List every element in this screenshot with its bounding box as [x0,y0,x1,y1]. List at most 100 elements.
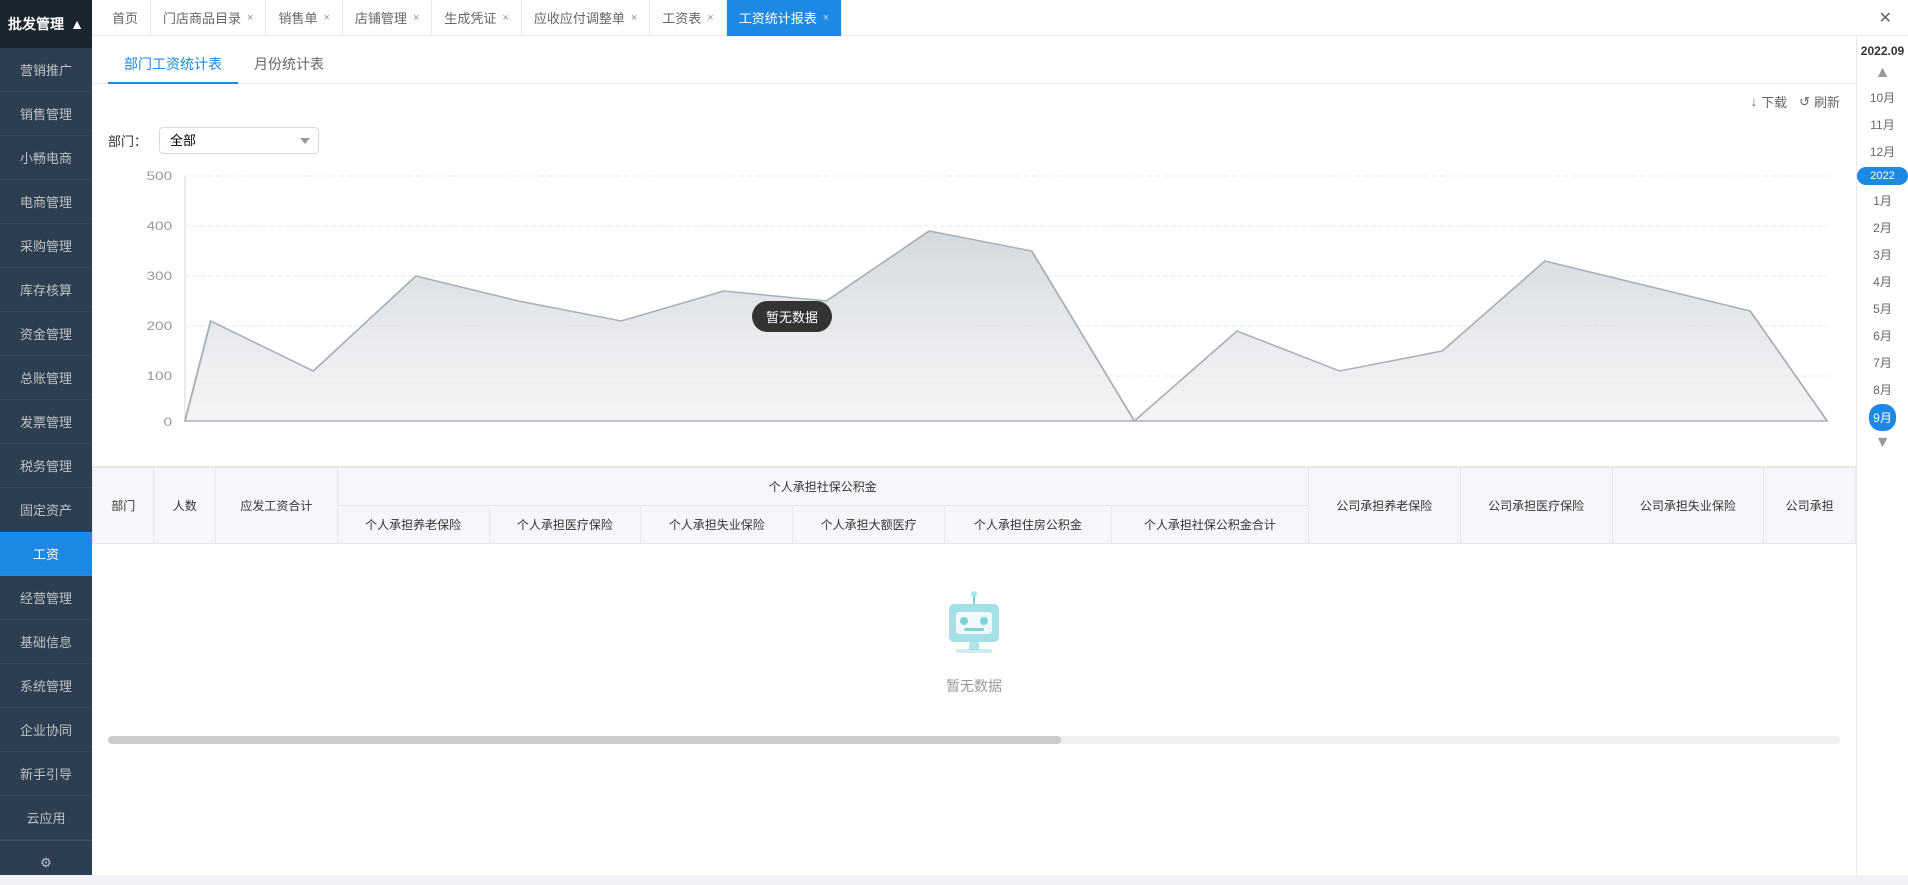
time-item-1月[interactable]: 1月 [1857,187,1908,214]
filter-label: 部门： [108,131,147,150]
data-table: 部门 人数 应发工资合计 个人承担社保公积金 公司承担养老保险 公司承担医疗保险… [92,467,1856,544]
tab-close-销售单[interactable]: × [323,12,329,24]
refresh-button[interactable]: ↺ 刷新 [1799,92,1840,111]
tab-门店商品目录[interactable]: 门店商品目录× [151,0,266,36]
svg-text:200: 200 [146,320,172,333]
time-item-4月[interactable]: 4月 [1857,268,1908,295]
tab-close-店铺管理[interactable]: × [413,12,419,24]
toolbar: ↓ 下载 ↺ 刷新 [92,84,1856,119]
time-panel: 2022.09 ▲ 10月11月12月 2022 1月2月3月4月5月6月7月8月9… [1856,36,1908,875]
time-item-7月[interactable]: 7月 [1857,349,1908,376]
sidebar-toggle-icon: ▲ [70,16,84,32]
close-all-tabs[interactable]: ✕ [1871,8,1900,28]
th-personal-housing: 个人承担住房公积金 [944,506,1111,544]
sub-tab-items: 部门工资统计表月份统计表 [108,46,340,83]
time-item-5月[interactable]: 5月 [1857,295,1908,322]
th-personal-old: 个人承担养老保险 [337,506,489,544]
time-item-8月[interactable]: 8月 [1857,376,1908,403]
th-company-old: 公司承担养老保险 [1308,468,1460,544]
tab-close-工资统计报表[interactable]: × [823,12,829,24]
svg-text:300: 300 [146,270,172,283]
sidebar-item-库存核算[interactable]: 库存核算 [0,268,92,312]
download-label: 下载 [1761,92,1787,111]
table-wrapper: 部门 人数 应发工资合计 个人承担社保公积金 公司承担养老保险 公司承担医疗保险… [92,466,1856,752]
sidebar-settings[interactable]: ⚙ [0,840,92,885]
download-button[interactable]: ↓ 下载 [1751,92,1788,111]
tab-店铺管理[interactable]: 店铺管理× [343,0,432,36]
sub-tab-月份统计表[interactable]: 月份统计表 [238,46,340,84]
salary-chart: 500 400 300 200 100 0 [108,166,1840,456]
sidebar-item-系统管理[interactable]: 系统管理 [0,664,92,708]
empty-icon [934,584,1014,664]
sidebar-item-企业协同[interactable]: 企业协同 [0,708,92,752]
th-personal-group: 个人承担社保公积金 [337,468,1308,506]
sidebar-item-税务管理[interactable]: 税务管理 [0,444,92,488]
page-body: 部门工资统计表月份统计表 ↓ 下载 ↺ 刷新 部门： 全部 [92,36,1856,875]
sidebar-title: 批发管理 [8,14,64,34]
svg-text:100: 100 [146,370,172,383]
sub-tab-部门工资统计表[interactable]: 部门工资统计表 [108,46,238,84]
time-item-2月[interactable]: 2月 [1857,214,1908,241]
tab-close-门店商品目录[interactable]: × [247,12,253,24]
sidebar-header[interactable]: 批发管理 ▲ [0,0,92,48]
settings-icon: ⚙ [40,855,52,870]
sidebar-item-云应用[interactable]: 云应用 [0,796,92,840]
filter-row: 部门： 全部 [92,119,1856,166]
content-area: 部门工资统计表月份统计表 ↓ 下载 ↺ 刷新 部门： 全部 [92,36,1908,875]
time-nav-down[interactable]: ▼ [1873,432,1893,454]
th-personal-medical: 个人承担医疗保险 [489,506,641,544]
th-total-wage: 应发工资合计 [215,468,337,544]
sub-tab-bar: 部门工资统计表月份统计表 [92,36,1856,84]
sidebar-item-经营管理[interactable]: 经营管理 [0,576,92,620]
sidebar-item-基础信息[interactable]: 基础信息 [0,620,92,664]
tab-销售单[interactable]: 销售单× [266,0,342,36]
sidebar-item-小畅电商[interactable]: 小畅电商 [0,136,92,180]
th-department: 部门 [93,468,154,544]
tab-生成凭证[interactable]: 生成凭证× [432,0,521,36]
svg-text:0: 0 [164,416,173,429]
horizontal-scrollbar[interactable] [108,736,1840,744]
scrollbar-thumb [108,736,1061,744]
svg-text:400: 400 [146,220,172,233]
time-item-11月[interactable]: 11月 [1857,111,1908,138]
time-year-badge: 2022 [1857,167,1908,185]
time-panel-header: 2022.09 [1861,44,1904,58]
time-item-6月[interactable]: 6月 [1857,322,1908,349]
sidebar-item-电商管理[interactable]: 电商管理 [0,180,92,224]
th-personal-big-medical: 个人承担大额医疗 [793,506,945,544]
sidebar-item-总账管理[interactable]: 总账管理 [0,356,92,400]
refresh-label: 刷新 [1814,92,1840,111]
sidebar-item-工资[interactable]: 工资 [0,532,92,576]
empty-text: 暂无数据 [946,676,1002,696]
main-area: 首页门店商品目录×销售单×店铺管理×生成凭证×应收应付调整单×工资表×工资统计报… [92,0,1908,875]
tab-items: 首页门店商品目录×销售单×店铺管理×生成凭证×应收应付调整单×工资表×工资统计报… [100,0,1871,36]
department-select[interactable]: 全部 [159,127,319,154]
tab-应收应付调整单[interactable]: 应收应付调整单× [522,0,650,36]
time-nav-up[interactable]: ▲ [1873,62,1893,84]
sidebar-item-采购管理[interactable]: 采购管理 [0,224,92,268]
tab-工资统计报表[interactable]: 工资统计报表× [727,0,842,36]
sidebar-item-资金管理[interactable]: 资金管理 [0,312,92,356]
th-personal-unemploy: 个人承担失业保险 [641,506,793,544]
sidebar-item-销售管理[interactable]: 销售管理 [0,92,92,136]
tab-close-应收应付调整单[interactable]: × [631,12,637,24]
empty-state: 暂无数据 [92,544,1856,736]
sidebar-item-发票管理[interactable]: 发票管理 [0,400,92,444]
sidebar-item-新手引导[interactable]: 新手引导 [0,752,92,796]
tab-close-生成凭证[interactable]: × [502,12,508,24]
time-item-12月[interactable]: 12月 [1857,138,1908,165]
time-item-10月[interactable]: 10月 [1857,84,1908,111]
time-item-3月[interactable]: 3月 [1857,241,1908,268]
sidebar-item-营销推广[interactable]: 营销推广 [0,48,92,92]
refresh-icon: ↺ [1799,94,1810,110]
time-items: 10月11月12月 2022 1月2月3月4月5月6月7月8月9月 [1857,84,1908,432]
th-company-misc: 公司承担 [1764,468,1856,544]
tab-首页[interactable]: 首页 [100,0,151,36]
time-item-9月[interactable]: 9月 [1869,404,1896,431]
th-count: 人数 [154,468,215,544]
sidebar-item-固定资产[interactable]: 固定资产 [0,488,92,532]
chart-area: 500 400 300 200 100 0 [92,166,1856,466]
tab-close-工资表[interactable]: × [707,12,713,24]
th-personal-total: 个人承担社保公积金合计 [1111,506,1308,544]
tab-工资表[interactable]: 工资表× [650,0,726,36]
